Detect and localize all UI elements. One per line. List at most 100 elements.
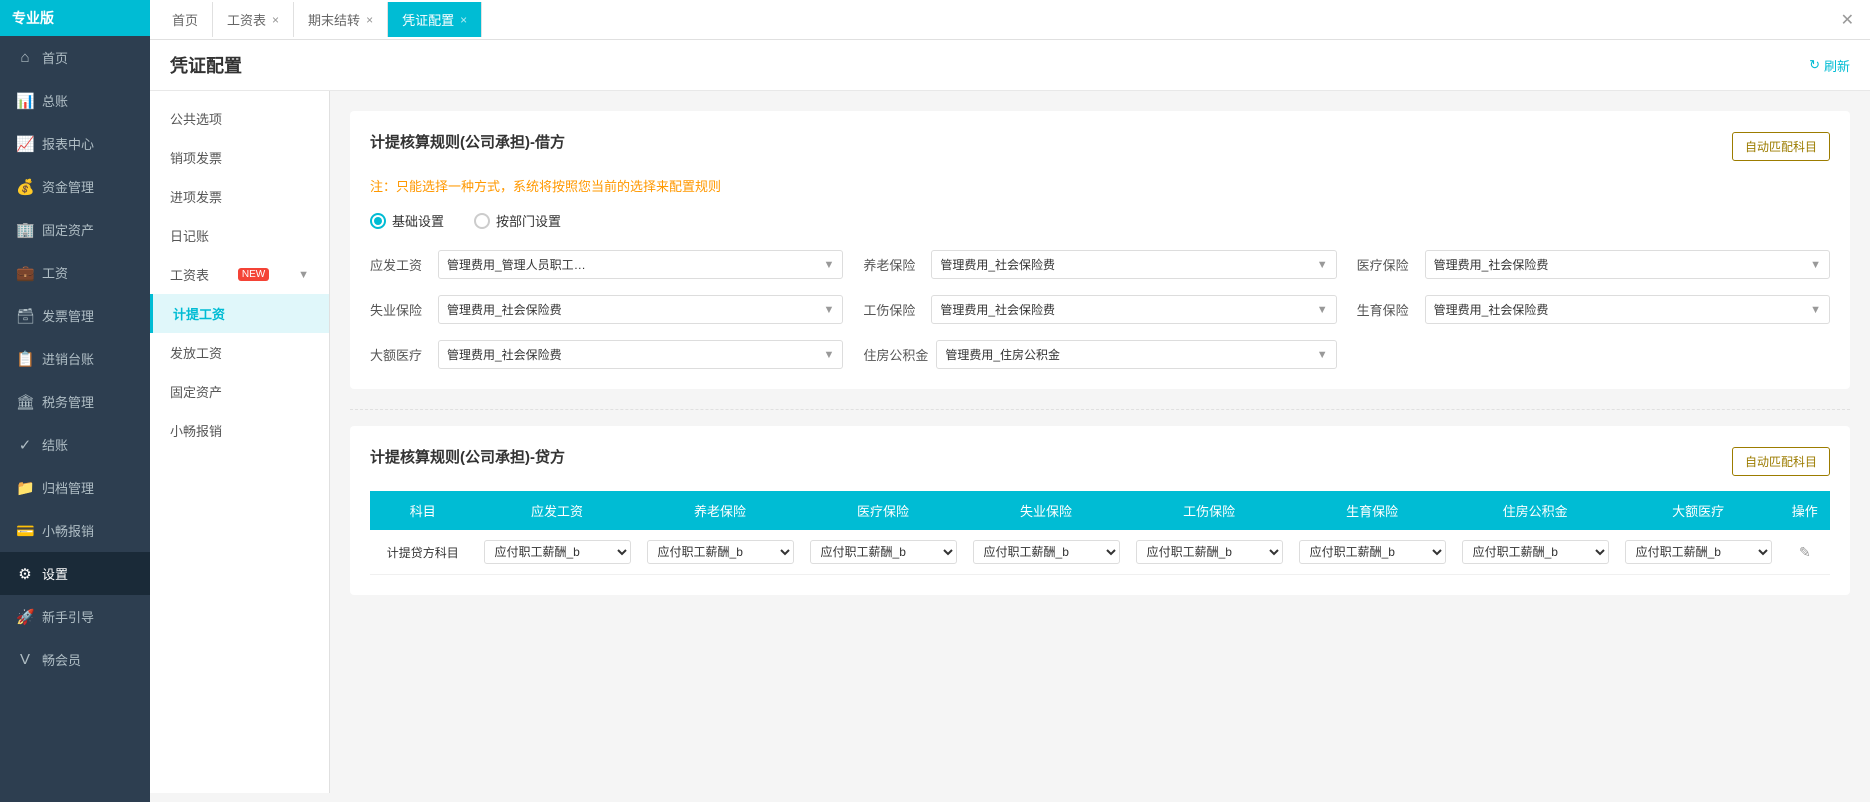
sidebar-item-general[interactable]: 📊 总账 [0, 79, 150, 122]
col-subject: 科目 [370, 491, 476, 530]
sidebar-item-guide[interactable]: 🚀 新手引导 [0, 595, 150, 638]
cell-medical-value[interactable]: 应付职工薪酬_b [802, 530, 965, 575]
cell-pension-value[interactable]: 应付职工薪酬_b [639, 530, 802, 575]
form-row-housing: 住房公积金 管理费用_住房公积金 ▼ [863, 340, 1336, 369]
sidebar-item-tax[interactable]: 🏛 税务管理 [0, 380, 150, 423]
table-select-salary[interactable]: 应付职工薪酬_b [484, 540, 631, 564]
cell-unemployment-value[interactable]: 应付职工薪酬_b [965, 530, 1128, 575]
table-select-unemployment[interactable]: 应付职工薪酬_b [973, 540, 1120, 564]
submenu-fixed-assets[interactable]: 固定资产 [150, 372, 329, 411]
home-icon: ⌂ [16, 49, 34, 66]
label-salary: 应发工资 [370, 255, 430, 274]
cell-action[interactable]: ✎ [1780, 530, 1830, 575]
sidebar-item-report[interactable]: 📈 报表中心 [0, 122, 150, 165]
sidebar-item-home[interactable]: ⌂ 首页 [0, 36, 150, 79]
credit-auto-match-button[interactable]: 自动匹配科目 [1732, 447, 1830, 476]
tab-period-close[interactable]: × [366, 13, 373, 27]
submenu-public-options[interactable]: 公共选项 [150, 99, 329, 138]
credit-section-header: 计提核算规则(公司承担)-贷方 自动匹配科目 [370, 446, 1830, 477]
table-select-big-medical[interactable]: 应付职工薪酬_b [1625, 540, 1772, 564]
sidebar-item-ledger[interactable]: 📋 进销台账 [0, 337, 150, 380]
label-big-medical: 大额医疗 [370, 345, 430, 364]
submenu-xiaochang[interactable]: 小畅报销 [150, 411, 329, 450]
sidebar-item-settings[interactable]: ⚙ 设置 [0, 552, 150, 595]
submenu-sales-invoice[interactable]: 销项发票 [150, 138, 329, 177]
select-housing-arrow-icon: ▼ [1317, 349, 1328, 361]
content-layout: 公共选项 销项发票 进项发票 日记账 工资表 NEW ▼ 计提工资 [150, 91, 1870, 793]
debit-form-grid: 应发工资 管理费用_管理人员职工薪酬 ▼ 养老保险 管理费用_社会保险费 ▼ [370, 250, 1830, 369]
general-icon: 📊 [16, 92, 34, 110]
sidebar-label-home: 首页 [42, 48, 68, 67]
form-row-unemployment: 失业保险 管理费用_社会保险费 ▼ [370, 295, 843, 324]
debit-section-note: 注：只能选择一种方式，系统将按照您当前的选择来配置规则 [370, 176, 1830, 195]
sidebar-item-close[interactable]: ✓ 结账 [0, 423, 150, 466]
sidebar-item-salary[interactable]: 💼 工资 [0, 251, 150, 294]
sidebar-item-expense[interactable]: 💳 小畅报销 [0, 509, 150, 552]
debit-auto-match-button[interactable]: 自动匹配科目 [1732, 132, 1830, 161]
submenu-accrual-salary[interactable]: 计提工资 [150, 294, 329, 333]
tab-voucher-close[interactable]: × [460, 13, 467, 27]
cell-housing-value[interactable]: 应付职工薪酬_b [1454, 530, 1617, 575]
col-big-medical: 大额医疗 [1617, 491, 1780, 530]
select-injury[interactable]: 管理费用_社会保险费 ▼ [931, 295, 1336, 324]
sidebar-label-vip: 畅会员 [42, 650, 81, 669]
sidebar: 专业版 ⌂ 首页 📊 总账 📈 报表中心 💰 资金管理 🏢 固定资产 💼 工资 … [0, 0, 150, 802]
refresh-button[interactable]: ↻ 刷新 [1809, 56, 1850, 75]
table-select-housing[interactable]: 应付职工薪酬_b [1462, 540, 1609, 564]
credit-section: 计提核算规则(公司承担)-贷方 自动匹配科目 科目 应发工资 养老保险 医疗保险… [350, 426, 1850, 595]
cell-big-medical-value[interactable]: 应付职工薪酬_b [1617, 530, 1780, 575]
debit-section: 计提核算规则(公司承担)-借方 自动匹配科目 注：只能选择一种方式，系统将按照您… [350, 111, 1850, 389]
select-housing[interactable]: 管理费用_住房公积金 ▼ [936, 340, 1336, 369]
close-all-tabs-button[interactable]: ✕ [1833, 6, 1862, 34]
tab-period[interactable]: 期末结转 × [294, 2, 388, 37]
select-maternity[interactable]: 管理费用_社会保险费 ▼ [1425, 295, 1830, 324]
edit-row-icon[interactable]: ✎ [1799, 544, 1811, 560]
form-row-pension: 养老保险 管理费用_社会保险费 ▼ [863, 250, 1336, 279]
select-big-medical-arrow-icon: ▼ [823, 349, 834, 361]
label-housing: 住房公积金 [863, 345, 928, 364]
sidebar-item-archive[interactable]: 📁 归档管理 [0, 466, 150, 509]
tab-voucher[interactable]: 凭证配置 × [388, 2, 482, 37]
sidebar-item-fund[interactable]: 💰 资金管理 [0, 165, 150, 208]
col-pension: 养老保险 [639, 491, 802, 530]
table-select-medical[interactable]: 应付职工薪酬_b [810, 540, 957, 564]
select-medical[interactable]: 管理费用_社会保险费 ▼ [1425, 250, 1830, 279]
submenu-purchase-invoice[interactable]: 进项发票 [150, 177, 329, 216]
select-unemployment-arrow-icon: ▼ [823, 304, 834, 316]
select-pension[interactable]: 管理费用_社会保险费 ▼ [931, 250, 1336, 279]
sidebar-label-asset: 固定资产 [42, 220, 94, 239]
submenu-journal[interactable]: 日记账 [150, 216, 329, 255]
select-maternity-value: 管理费用_社会保险费 [1434, 301, 1549, 318]
select-big-medical[interactable]: 管理费用_社会保险费 ▼ [438, 340, 843, 369]
table-select-maternity[interactable]: 应付职工薪酬_b [1299, 540, 1446, 564]
col-housing: 住房公积金 [1454, 491, 1617, 530]
select-unemployment[interactable]: 管理费用_社会保险费 ▼ [438, 295, 843, 324]
label-injury: 工伤保险 [863, 300, 923, 319]
select-housing-value: 管理费用_住房公积金 [945, 346, 1060, 363]
label-medical: 医疗保险 [1357, 255, 1417, 274]
select-injury-value: 管理费用_社会保险费 [940, 301, 1055, 318]
col-injury: 工伤保险 [1128, 491, 1291, 530]
cell-maternity-value[interactable]: 应付职工薪酬_b [1291, 530, 1454, 575]
cell-injury-value[interactable]: 应付职工薪酬_b [1128, 530, 1291, 575]
sidebar-item-vip[interactable]: V 畅会员 [0, 638, 150, 681]
sidebar-item-invoice[interactable]: 🗃 发票管理 [0, 294, 150, 337]
tabs-bar: 首页 工资表 × 期末结转 × 凭证配置 × ✕ [150, 0, 1870, 40]
tab-salary[interactable]: 工资表 × [213, 2, 294, 37]
submenu-pay-salary[interactable]: 发放工资 [150, 333, 329, 372]
table-select-pension[interactable]: 应付职工薪酬_b [647, 540, 794, 564]
tab-period-label: 期末结转 [308, 10, 360, 29]
select-medical-arrow-icon: ▼ [1810, 259, 1821, 271]
table-select-injury[interactable]: 应付职工薪酬_b [1136, 540, 1283, 564]
select-salary[interactable]: 管理费用_管理人员职工薪酬 ▼ [438, 250, 843, 279]
main-area: 首页 工资表 × 期末结转 × 凭证配置 × ✕ 凭证配置 ↻ 刷新 [150, 0, 1870, 802]
cell-salary-value[interactable]: 应付职工薪酬_b [476, 530, 639, 575]
table-header-row: 科目 应发工资 养老保险 医疗保险 失业保险 工伤保险 生育保险 住房公积金 大… [370, 491, 1830, 530]
radio-dept-setting[interactable]: 按部门设置 [474, 211, 561, 230]
radio-basic-setting[interactable]: 基础设置 [370, 211, 444, 230]
tab-salary-close[interactable]: × [272, 13, 279, 27]
sidebar-label-invoice: 发票管理 [42, 306, 94, 325]
tab-home[interactable]: 首页 [158, 2, 213, 37]
sidebar-item-asset[interactable]: 🏢 固定资产 [0, 208, 150, 251]
submenu-payroll[interactable]: 工资表 NEW ▼ [150, 255, 329, 294]
